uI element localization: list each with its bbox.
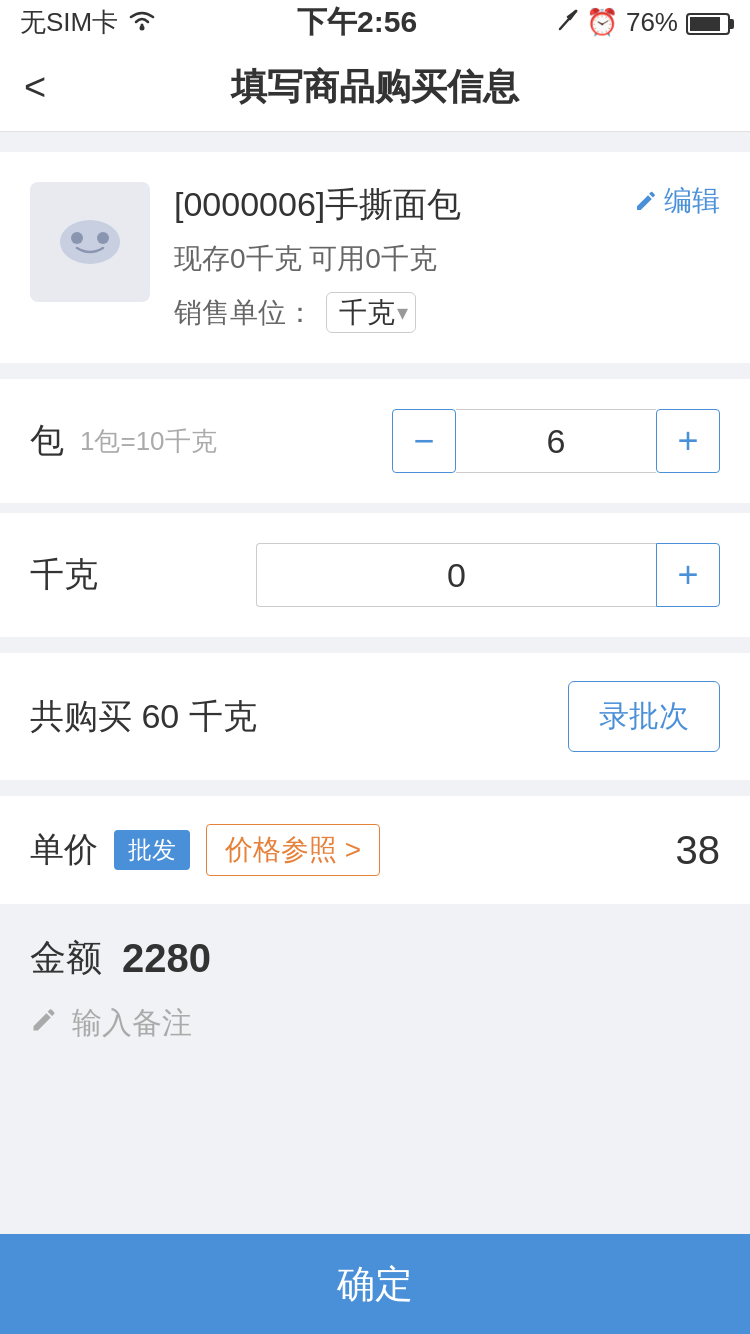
note-placeholder: 输入备注 bbox=[72, 1003, 192, 1044]
svg-point-0 bbox=[140, 25, 145, 30]
status-bar: 无SIM卡 下午2:56 ⏰ 76% bbox=[0, 0, 750, 44]
kilogram-input[interactable] bbox=[256, 543, 656, 607]
package-quantity-section: 包 1包=10千克 − + bbox=[0, 379, 750, 503]
kilogram-plus-button[interactable]: + bbox=[656, 543, 720, 607]
package-row: 包 1包=10千克 − + bbox=[30, 379, 720, 503]
unit-select[interactable]: 千克 bbox=[326, 292, 416, 333]
status-left: 无SIM卡 bbox=[20, 5, 156, 40]
product-stock: 现存0千克 可用0千克 bbox=[174, 240, 720, 278]
price-left: 单价 批发 价格参照 > bbox=[30, 824, 380, 876]
amount-section: 金额 2280 输入备注 bbox=[0, 904, 750, 1064]
wifi-icon bbox=[128, 7, 156, 38]
price-section: 单价 批发 价格参照 > 38 bbox=[0, 796, 750, 904]
svg-point-1 bbox=[60, 220, 120, 264]
kilogram-quantity-section: 千克 + bbox=[0, 503, 750, 637]
price-ref-button[interactable]: 价格参照 > bbox=[206, 824, 380, 876]
batch-button[interactable]: 录批次 bbox=[568, 681, 720, 752]
pencil-icon bbox=[30, 1006, 58, 1041]
price-tag: 批发 bbox=[114, 830, 190, 870]
confirm-button[interactable]: 确定 bbox=[337, 1259, 413, 1310]
product-card: [0000006]手撕面包 现存0千克 可用0千克 销售单位： 千克 编辑 bbox=[0, 152, 750, 363]
total-section: 共购买 60 千克 录批次 bbox=[0, 653, 750, 780]
product-logo-icon bbox=[55, 212, 125, 272]
kilogram-controls: + bbox=[256, 543, 720, 607]
package-minus-button[interactable]: − bbox=[392, 409, 456, 473]
product-unit-row: 销售单位： 千克 bbox=[174, 292, 720, 333]
time-label: 下午2:56 bbox=[297, 2, 417, 43]
amount-label: 金额 bbox=[30, 934, 102, 983]
kilogram-row: 千克 + bbox=[30, 513, 720, 637]
kilogram-label: 千克 bbox=[30, 552, 98, 598]
svg-point-2 bbox=[71, 232, 83, 244]
svg-point-3 bbox=[97, 232, 109, 244]
carrier-label: 无SIM卡 bbox=[20, 5, 118, 40]
back-button[interactable]: < bbox=[24, 66, 46, 109]
package-plus-button[interactable]: + bbox=[656, 409, 720, 473]
edit-label: 编辑 bbox=[664, 182, 720, 220]
confirm-bar[interactable]: 确定 bbox=[0, 1234, 750, 1334]
package-input[interactable] bbox=[456, 409, 656, 473]
unit-label: 销售单位： bbox=[174, 294, 314, 332]
edit-button[interactable]: 编辑 bbox=[634, 182, 720, 220]
price-row: 单价 批发 价格参照 > 38 bbox=[30, 824, 720, 876]
page-header: < 填写商品购买信息 bbox=[0, 44, 750, 132]
price-value: 38 bbox=[676, 828, 721, 873]
amount-value: 2280 bbox=[122, 936, 211, 981]
page-title: 填写商品购买信息 bbox=[231, 63, 519, 112]
amount-row: 金额 2280 bbox=[30, 934, 720, 983]
battery-percent: 76% bbox=[626, 7, 678, 38]
product-image bbox=[30, 182, 150, 302]
package-hint: 1包=10千克 bbox=[80, 424, 217, 459]
battery-icon bbox=[686, 7, 730, 38]
total-text: 共购买 60 千克 bbox=[30, 694, 257, 740]
package-label: 包 1包=10千克 bbox=[30, 418, 217, 464]
edit-icon bbox=[634, 189, 658, 213]
location-icon bbox=[558, 7, 578, 38]
package-controls: − + bbox=[392, 409, 720, 473]
alarm-icon: ⏰ bbox=[586, 7, 618, 38]
unit-select-wrapper[interactable]: 千克 bbox=[326, 292, 416, 333]
status-right: ⏰ 76% bbox=[558, 7, 730, 38]
price-label: 单价 bbox=[30, 827, 98, 873]
note-row[interactable]: 输入备注 bbox=[30, 1003, 720, 1044]
